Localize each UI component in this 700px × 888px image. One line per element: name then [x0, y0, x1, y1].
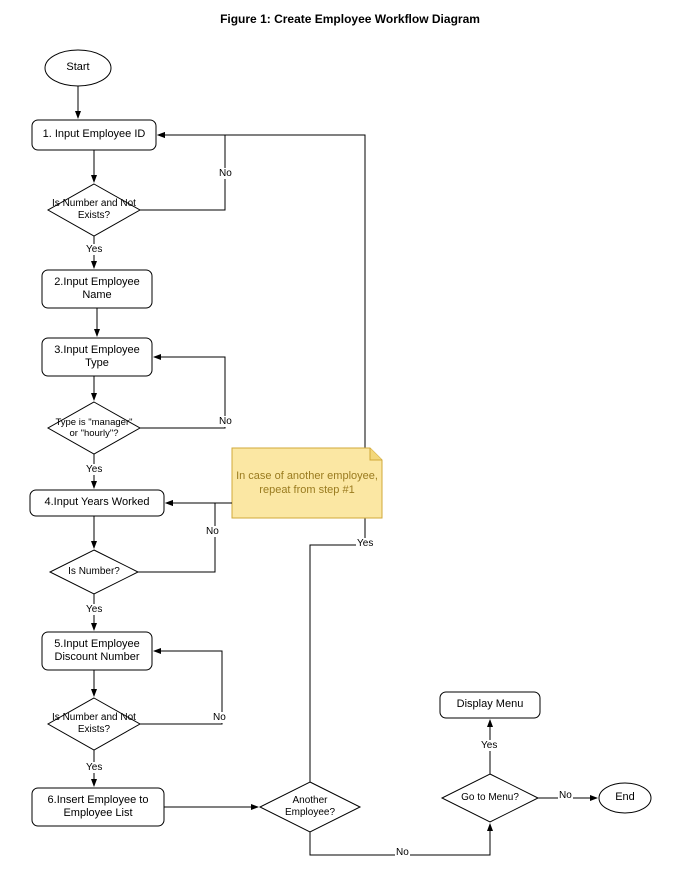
edge-yes-2: Yes [85, 464, 103, 475]
edge-yes-4: Yes [85, 762, 103, 773]
edge-no-1: No [218, 168, 233, 179]
edge-yes-another: Yes [356, 538, 374, 549]
edge-yes-1: Yes [85, 244, 103, 255]
edge-no-4: No [212, 712, 227, 723]
edge-yes-3: Yes [85, 604, 103, 615]
edge-no-another: No [395, 847, 410, 858]
edge-no-2: No [218, 416, 233, 427]
edge-no-3: No [205, 526, 220, 537]
note-box: In case of another employee, repeat from… [236, 452, 378, 514]
edge-no-menu: No [558, 790, 573, 801]
edge-yes-menu: Yes [480, 740, 498, 751]
flowchart-svg [0, 0, 700, 888]
